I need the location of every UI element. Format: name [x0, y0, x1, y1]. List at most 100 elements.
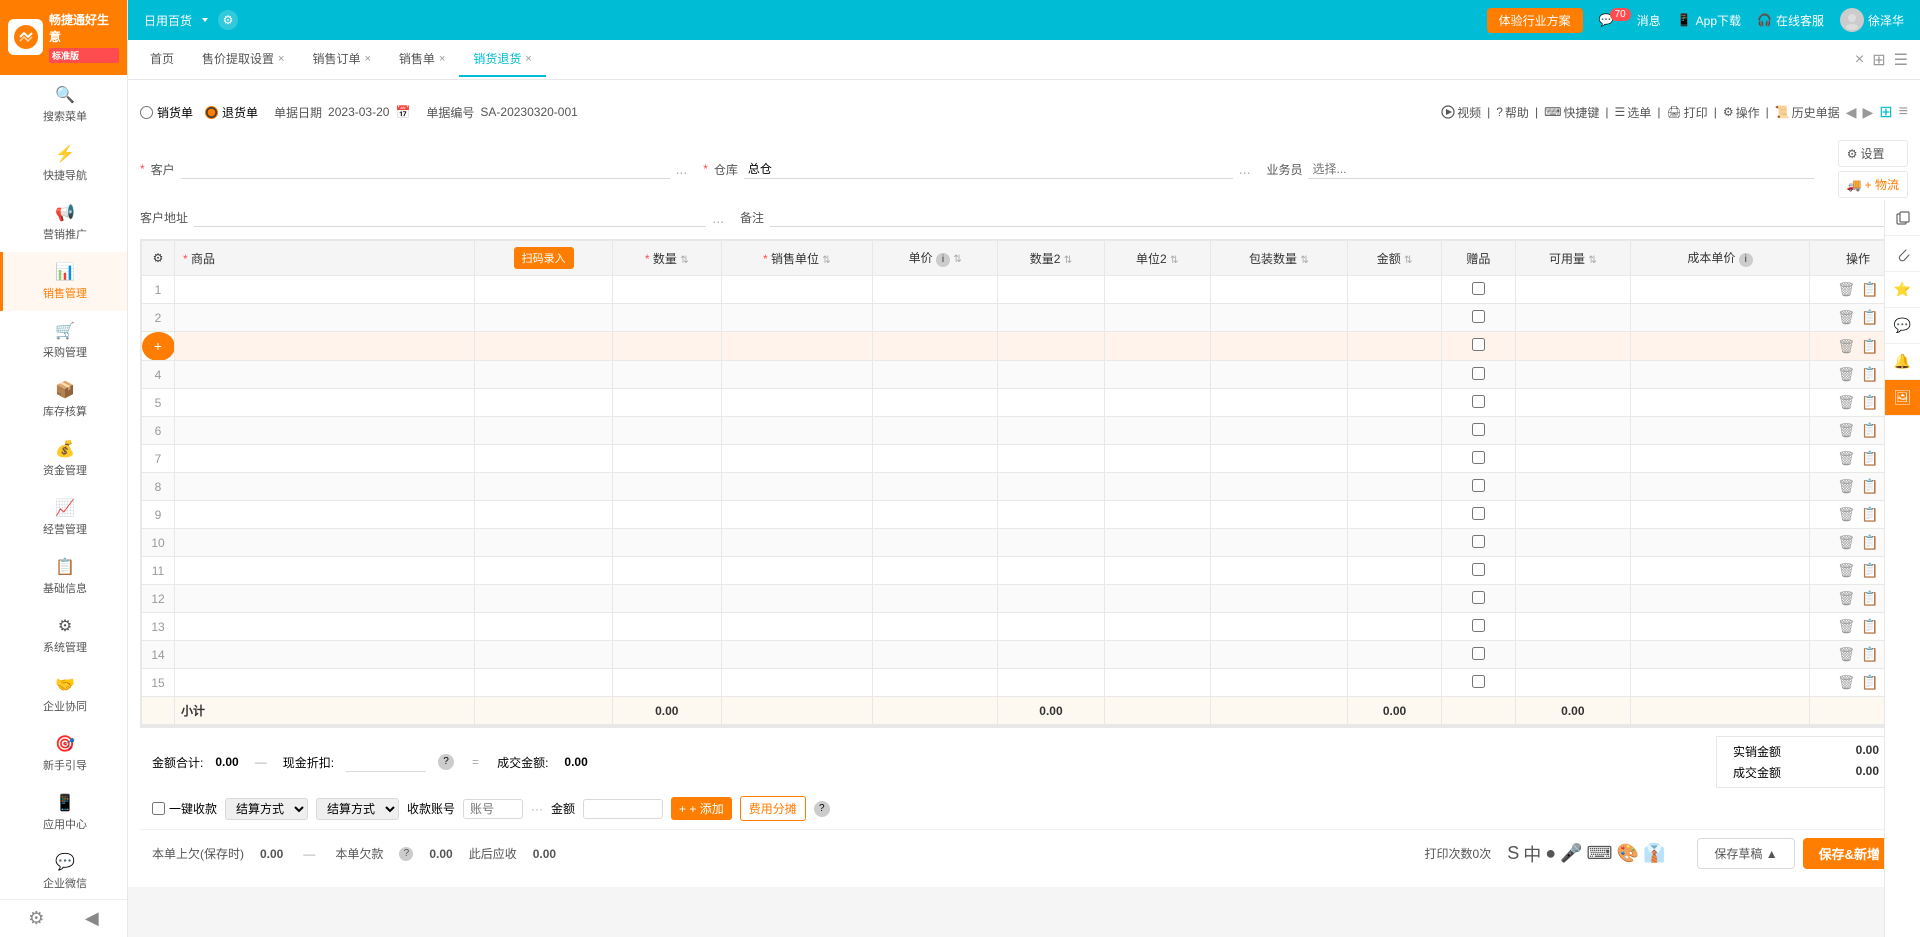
customer-input[interactable]	[181, 160, 670, 179]
price-cell[interactable]	[873, 332, 998, 361]
cost-cell[interactable]	[1631, 332, 1810, 361]
help-btn[interactable]: ? 帮助	[1496, 104, 1529, 121]
price-cell[interactable]	[873, 276, 998, 304]
delete-row-icon[interactable]: 🗑	[1837, 618, 1855, 635]
address-dots[interactable]: ...	[712, 210, 724, 226]
copy-row-icon[interactable]: 📋	[1861, 281, 1878, 298]
sidebar-item-sales[interactable]: 📊 销售管理	[0, 252, 127, 311]
delete-row-icon[interactable]: 🗑	[1837, 646, 1855, 663]
tab-sales-bill-close[interactable]: ×	[439, 53, 445, 65]
qty-cell[interactable]	[613, 304, 722, 332]
taskbar-icon-6[interactable]: 🎨	[1617, 843, 1639, 864]
gift-cell[interactable]	[1442, 332, 1515, 361]
payment-checkbox-input[interactable]	[152, 802, 165, 815]
product-input-active[interactable]	[181, 339, 468, 353]
dots-btn[interactable]: ···	[531, 802, 543, 816]
sidebar-item-search[interactable]: 🔍 搜索菜单	[0, 75, 127, 134]
radio-sales-input[interactable]	[140, 106, 153, 119]
pack-cell[interactable]	[1210, 276, 1347, 304]
copy-row-icon[interactable]: 📋	[1861, 674, 1878, 691]
unit2-sort-icon[interactable]: ⇅	[1170, 255, 1178, 266]
tab-expand[interactable]: ⊞	[1868, 46, 1889, 74]
sidebar-item-inventory[interactable]: 📦 库存核算	[0, 370, 127, 429]
qty2-cell[interactable]	[998, 304, 1104, 332]
copy-row-icon[interactable]: 📋	[1861, 590, 1878, 607]
unit-sort-icon[interactable]: ⇅	[822, 255, 830, 266]
delete-row-icon[interactable]: 🗑	[1837, 394, 1855, 411]
copy-row-icon[interactable]: 📋	[1861, 478, 1878, 495]
product-cell[interactable]	[175, 304, 475, 332]
address-input[interactable]	[194, 208, 706, 227]
gift-checkbox[interactable]	[1472, 479, 1485, 492]
staff-input[interactable]	[1308, 160, 1813, 179]
gift-checkbox[interactable]	[1472, 619, 1485, 632]
logistics-button[interactable]: 🚚 + 物流	[1838, 171, 1908, 198]
gift-checkbox[interactable]	[1472, 563, 1485, 576]
available-cell[interactable]	[1515, 276, 1631, 304]
info-icon[interactable]: ?	[438, 754, 454, 770]
qty-cell[interactable]	[613, 276, 722, 304]
sidebar-item-apps[interactable]: 📱 应用中心	[0, 783, 127, 842]
float-btn-notify[interactable]: 🔔	[1885, 344, 1920, 380]
delete-row-icon[interactable]: 🗑	[1837, 366, 1855, 383]
save-draft-button[interactable]: 保存草稿 ▲	[1697, 838, 1794, 869]
gift-checkbox[interactable]	[1472, 282, 1485, 295]
add-payment-button[interactable]: + + 添加	[671, 797, 732, 820]
copy-row-icon[interactable]: 📋	[1861, 422, 1878, 439]
tab-sales-order[interactable]: 销售订单 ×	[298, 42, 384, 77]
pack-cell[interactable]	[1210, 332, 1347, 361]
sidebar-item-operations[interactable]: 📈 经营管理	[0, 488, 127, 547]
unit-cell[interactable]	[721, 304, 872, 332]
qty2-sort-icon[interactable]: ⇅	[1064, 255, 1072, 266]
amount-sort-icon[interactable]: ⇅	[1404, 255, 1412, 266]
qty-cell[interactable]	[613, 332, 722, 361]
gift-checkbox[interactable]	[1472, 451, 1485, 464]
settings-button[interactable]: ⚙ 设置	[1838, 140, 1908, 167]
tab-sales-return-close[interactable]: ×	[525, 53, 531, 65]
float-btn-image[interactable]: 🖼	[1885, 380, 1920, 416]
shortcut-btn[interactable]: ⌨ 快捷键	[1544, 104, 1599, 121]
calc-method-select[interactable]: 结算方式	[316, 798, 399, 820]
tab-sales-order-close[interactable]: ×	[364, 53, 370, 65]
gift-cell[interactable]	[1442, 304, 1515, 332]
expense-help-icon[interactable]: ?	[814, 801, 830, 817]
calendar-icon[interactable]: 📅	[395, 105, 410, 119]
save-new-button[interactable]: 保存&新增	[1803, 838, 1896, 869]
app-download-group[interactable]: 📱 App下载	[1677, 12, 1741, 29]
sidebar-item-basic-info[interactable]: 📋 基础信息	[0, 547, 127, 606]
account-input[interactable]	[463, 799, 523, 819]
taskbar-icon-7[interactable]: 👔	[1643, 843, 1665, 864]
delete-row-icon[interactable]: 🗑	[1837, 534, 1855, 551]
taskbar-icon-1[interactable]: S	[1507, 843, 1519, 864]
unit-cell[interactable]	[721, 276, 872, 304]
available-cell[interactable]	[1515, 304, 1631, 332]
taskbar-icon-4[interactable]: 🎤	[1560, 843, 1582, 864]
sidebar-item-marketing[interactable]: 📢 营销推广	[0, 193, 127, 252]
cost-info-icon[interactable]: i	[1739, 253, 1753, 267]
qty-sort-icon[interactable]: ⇅	[680, 255, 688, 266]
operate-btn[interactable]: ⚙ 操作	[1723, 104, 1760, 121]
tab-price-settings[interactable]: 售价提取设置 ×	[188, 42, 298, 77]
taskbar-icon-3[interactable]: ●	[1545, 843, 1556, 864]
gift-cell[interactable]	[1442, 276, 1515, 304]
available-cell[interactable]	[1515, 332, 1631, 361]
collapse-footer-icon[interactable]: ◀	[85, 908, 99, 929]
unit2-cell[interactable]	[1104, 332, 1210, 361]
amount-cell[interactable]	[1347, 304, 1441, 332]
grid-view-btn[interactable]: ⊞	[1879, 102, 1892, 122]
sidebar-item-guide[interactable]: 🎯 新手引导	[0, 724, 127, 783]
sidebar-item-purchase[interactable]: 🛒 采购管理	[0, 311, 127, 370]
gift-checkbox[interactable]	[1472, 367, 1485, 380]
delete-row-icon[interactable]: 🗑	[1837, 309, 1855, 326]
taskbar-icon-2[interactable]: 中	[1523, 841, 1541, 867]
payment-method-select[interactable]: 结算方式	[225, 798, 308, 820]
cost-cell[interactable]	[1631, 276, 1810, 304]
amount-bottom-input[interactable]	[583, 799, 663, 819]
copy-row-icon[interactable]: 📋	[1861, 450, 1878, 467]
float-btn-comment[interactable]: 💬	[1885, 308, 1920, 344]
price-info-icon[interactable]: i	[936, 253, 950, 267]
expense-split-button[interactable]: 费用分摊	[740, 796, 806, 821]
radio-return-input[interactable]	[205, 106, 218, 119]
history-btn[interactable]: 📜 历史单据	[1775, 104, 1840, 121]
delete-row-icon[interactable]: 🗑	[1837, 281, 1855, 298]
